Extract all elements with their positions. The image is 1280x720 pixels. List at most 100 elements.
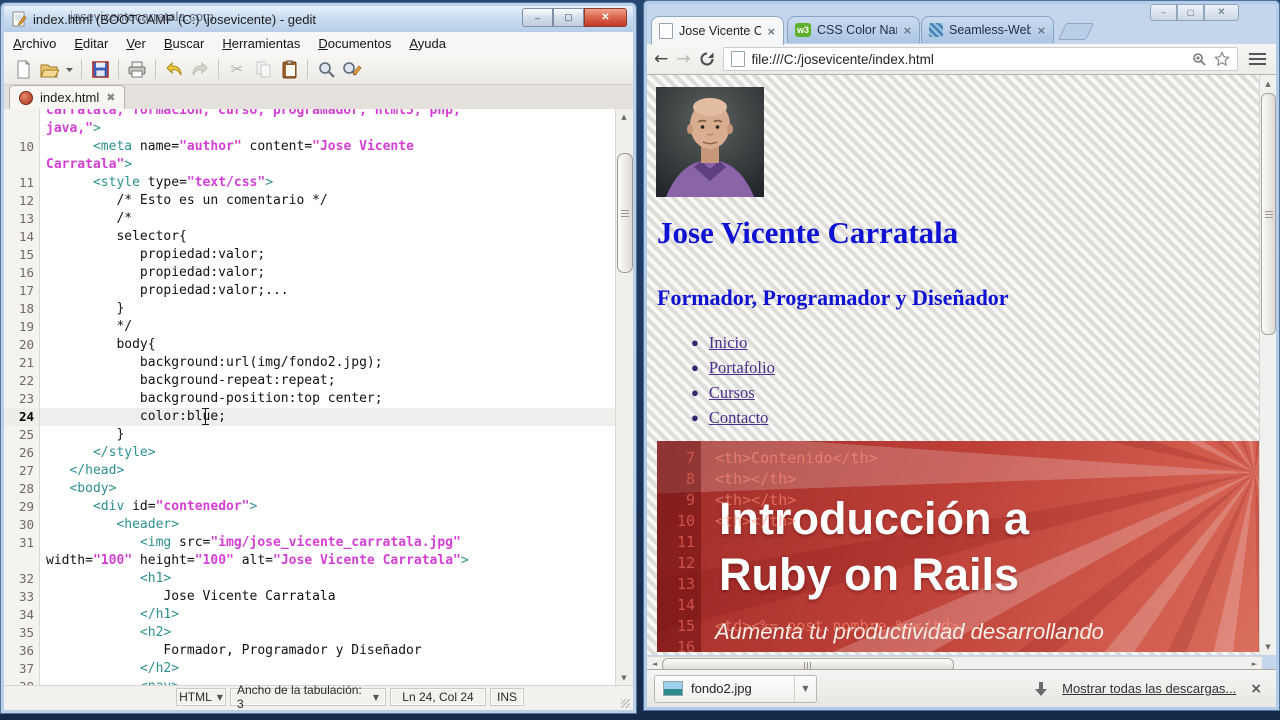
tab-close-icon[interactable]: × bbox=[767, 25, 776, 38]
address-bar[interactable]: file:///C:/josevicente/index.html bbox=[722, 47, 1238, 71]
code-text[interactable]: propiedad:valor; bbox=[40, 264, 615, 282]
code-pane[interactable]: carratala, formación, curso, programador… bbox=[4, 109, 615, 685]
code-text[interactable]: Carratala"> bbox=[40, 156, 615, 174]
banner-code-line: <th>Contenido</th> bbox=[715, 449, 878, 467]
reload-icon[interactable] bbox=[699, 51, 715, 67]
menu-ayuda[interactable]: Ayuda bbox=[400, 34, 455, 53]
menu-ver[interactable]: Ver bbox=[117, 34, 155, 53]
url-text[interactable]: file:///C:/josevicente/index.html bbox=[752, 52, 1186, 67]
print-icon[interactable] bbox=[125, 57, 149, 81]
banner-code-line: <th></th> bbox=[715, 491, 797, 509]
gedit-minimize-button[interactable]: – bbox=[522, 8, 553, 27]
open-icon[interactable] bbox=[37, 57, 61, 81]
code-text[interactable]: /* Esto es un comentario */ bbox=[40, 192, 615, 210]
redo-icon[interactable] bbox=[188, 57, 212, 81]
code-text[interactable]: java,"> bbox=[40, 120, 615, 138]
browser-tab-1[interactable]: Jose Vicente Carratal × bbox=[651, 16, 784, 45]
banner-line-number: 9 bbox=[685, 491, 695, 509]
find-icon[interactable] bbox=[314, 57, 338, 81]
code-text[interactable]: <img src="img/jose_vicente_carratala.jpg… bbox=[40, 534, 615, 552]
menu-herramientas[interactable]: Herramientas bbox=[213, 34, 309, 53]
line-number: 23 bbox=[4, 390, 40, 408]
new-document-icon[interactable] bbox=[11, 57, 35, 81]
nav-link-inicio[interactable]: Inicio bbox=[709, 333, 748, 353]
code-text[interactable]: <meta name="author" content="Jose Vicent… bbox=[40, 138, 615, 156]
show-all-downloads-link[interactable]: Mostrar todas las descargas... bbox=[1062, 681, 1236, 696]
paste-icon[interactable] bbox=[277, 57, 301, 81]
gedit-close-button[interactable]: ✕ bbox=[584, 8, 627, 27]
cut-icon[interactable]: ✂ bbox=[225, 57, 249, 81]
back-icon[interactable]: ← bbox=[654, 50, 668, 68]
code-editor[interactable]: carratala, formación, curso, programador… bbox=[4, 109, 633, 685]
forward-icon[interactable]: → bbox=[676, 50, 690, 68]
nav-link-contacto[interactable]: Contacto bbox=[709, 408, 769, 428]
code-text[interactable]: color:blue; bbox=[40, 408, 615, 426]
line-number bbox=[4, 120, 40, 138]
code-text[interactable]: </head> bbox=[40, 462, 615, 480]
page-scrollbar-thumb[interactable] bbox=[1261, 93, 1276, 335]
tab-width-dropdown[interactable]: Ancho de la tabulación: 3 ▼ bbox=[230, 683, 386, 711]
scroll-up-icon[interactable]: ▲ bbox=[616, 109, 632, 124]
code-text[interactable]: background-position:top center; bbox=[40, 390, 615, 408]
copy-icon[interactable] bbox=[251, 57, 275, 81]
gedit-titlebar[interactable]: index.html (BOOTCAMP (C:) \josevicente) … bbox=[4, 6, 633, 32]
tab-close-icon[interactable]: × bbox=[1037, 24, 1046, 37]
editor-scrollbar-thumb[interactable] bbox=[617, 153, 633, 273]
code-text[interactable]: Formador, Programador y Diseñador bbox=[40, 642, 615, 660]
code-text[interactable]: <h2> bbox=[40, 624, 615, 642]
menu-editar[interactable]: Editar bbox=[65, 34, 117, 53]
tab-close-icon[interactable]: ✖ bbox=[106, 91, 115, 104]
code-text[interactable]: } bbox=[40, 300, 615, 318]
download-filename[interactable]: fondo2.jpg bbox=[691, 681, 794, 696]
scroll-down-icon[interactable]: ▼ bbox=[616, 670, 632, 685]
code-text[interactable]: </h1> bbox=[40, 606, 615, 624]
code-text[interactable]: Jose Vicente Carratala bbox=[40, 588, 615, 606]
page-vertical-scrollbar[interactable]: ▲ ▼ bbox=[1259, 75, 1276, 655]
code-text[interactable]: } bbox=[40, 426, 615, 444]
code-text[interactable]: /* bbox=[40, 210, 615, 228]
download-bar-close-icon[interactable]: × bbox=[1250, 681, 1262, 697]
nav-link-cursos[interactable]: Cursos bbox=[709, 383, 755, 403]
code-text[interactable]: <div id="contenedor"> bbox=[40, 498, 615, 516]
find-replace-icon[interactable] bbox=[340, 57, 364, 81]
menu-hamburger-icon[interactable] bbox=[1249, 53, 1266, 65]
code-text[interactable]: <h1> bbox=[40, 570, 615, 588]
gedit-maximize-button[interactable]: ▢ bbox=[553, 8, 584, 27]
language-mode-dropdown[interactable]: HTML ▼ bbox=[176, 688, 226, 706]
code-text[interactable]: background:url(img/fondo2.jpg); bbox=[40, 354, 615, 372]
download-item[interactable]: fondo2.jpg ▼ bbox=[654, 674, 817, 703]
scroll-down-icon[interactable]: ▼ bbox=[1260, 639, 1276, 654]
menu-buscar[interactable]: Buscar bbox=[155, 34, 213, 53]
zoom-icon[interactable] bbox=[1192, 52, 1207, 67]
resize-grip[interactable] bbox=[621, 699, 630, 708]
bookmark-star-icon[interactable] bbox=[1214, 51, 1230, 67]
course-banner[interactable]: Introducción a Ruby on Rails Aumenta tu … bbox=[657, 441, 1261, 652]
browser-tab-2[interactable]: w3 CSS Color Names × bbox=[787, 16, 920, 43]
tab-close-icon[interactable]: × bbox=[903, 24, 912, 37]
new-tab-button[interactable] bbox=[1058, 23, 1094, 40]
code-text[interactable]: carratala, formación, curso, programador… bbox=[40, 109, 615, 120]
code-text[interactable]: selector{ bbox=[40, 228, 615, 246]
code-text[interactable]: propiedad:valor;... bbox=[40, 282, 615, 300]
code-text[interactable]: width="100" height="100" alt="Jose Vicen… bbox=[40, 552, 615, 570]
open-dropdown-icon[interactable] bbox=[63, 57, 75, 81]
editor-tab-index-html[interactable]: index.html ✖ bbox=[9, 85, 126, 109]
nav-link-portafolio[interactable]: Portafolio bbox=[709, 358, 775, 378]
undo-icon[interactable] bbox=[162, 57, 186, 81]
code-text[interactable]: body{ bbox=[40, 336, 615, 354]
code-text[interactable]: </style> bbox=[40, 444, 615, 462]
code-text[interactable]: propiedad:valor; bbox=[40, 246, 615, 264]
menu-archivo[interactable]: Archivo bbox=[4, 34, 65, 53]
editor-vertical-scrollbar[interactable]: ▲ ▼ bbox=[615, 109, 633, 685]
code-text[interactable]: background-repeat:repeat; bbox=[40, 372, 615, 390]
code-text[interactable]: <header> bbox=[40, 516, 615, 534]
code-text[interactable]: */ bbox=[40, 318, 615, 336]
code-text[interactable]: <style type="text/css"> bbox=[40, 174, 615, 192]
download-item-dropdown[interactable]: ▼ bbox=[794, 675, 816, 702]
code-text[interactable]: <body> bbox=[40, 480, 615, 498]
save-icon[interactable] bbox=[88, 57, 112, 81]
menu-documentos[interactable]: Documentos bbox=[309, 34, 400, 53]
scroll-up-icon[interactable]: ▲ bbox=[1260, 76, 1276, 91]
browser-tab-3[interactable]: Seamless-Web-Back × bbox=[921, 16, 1054, 43]
code-text[interactable]: </h2> bbox=[40, 660, 615, 678]
